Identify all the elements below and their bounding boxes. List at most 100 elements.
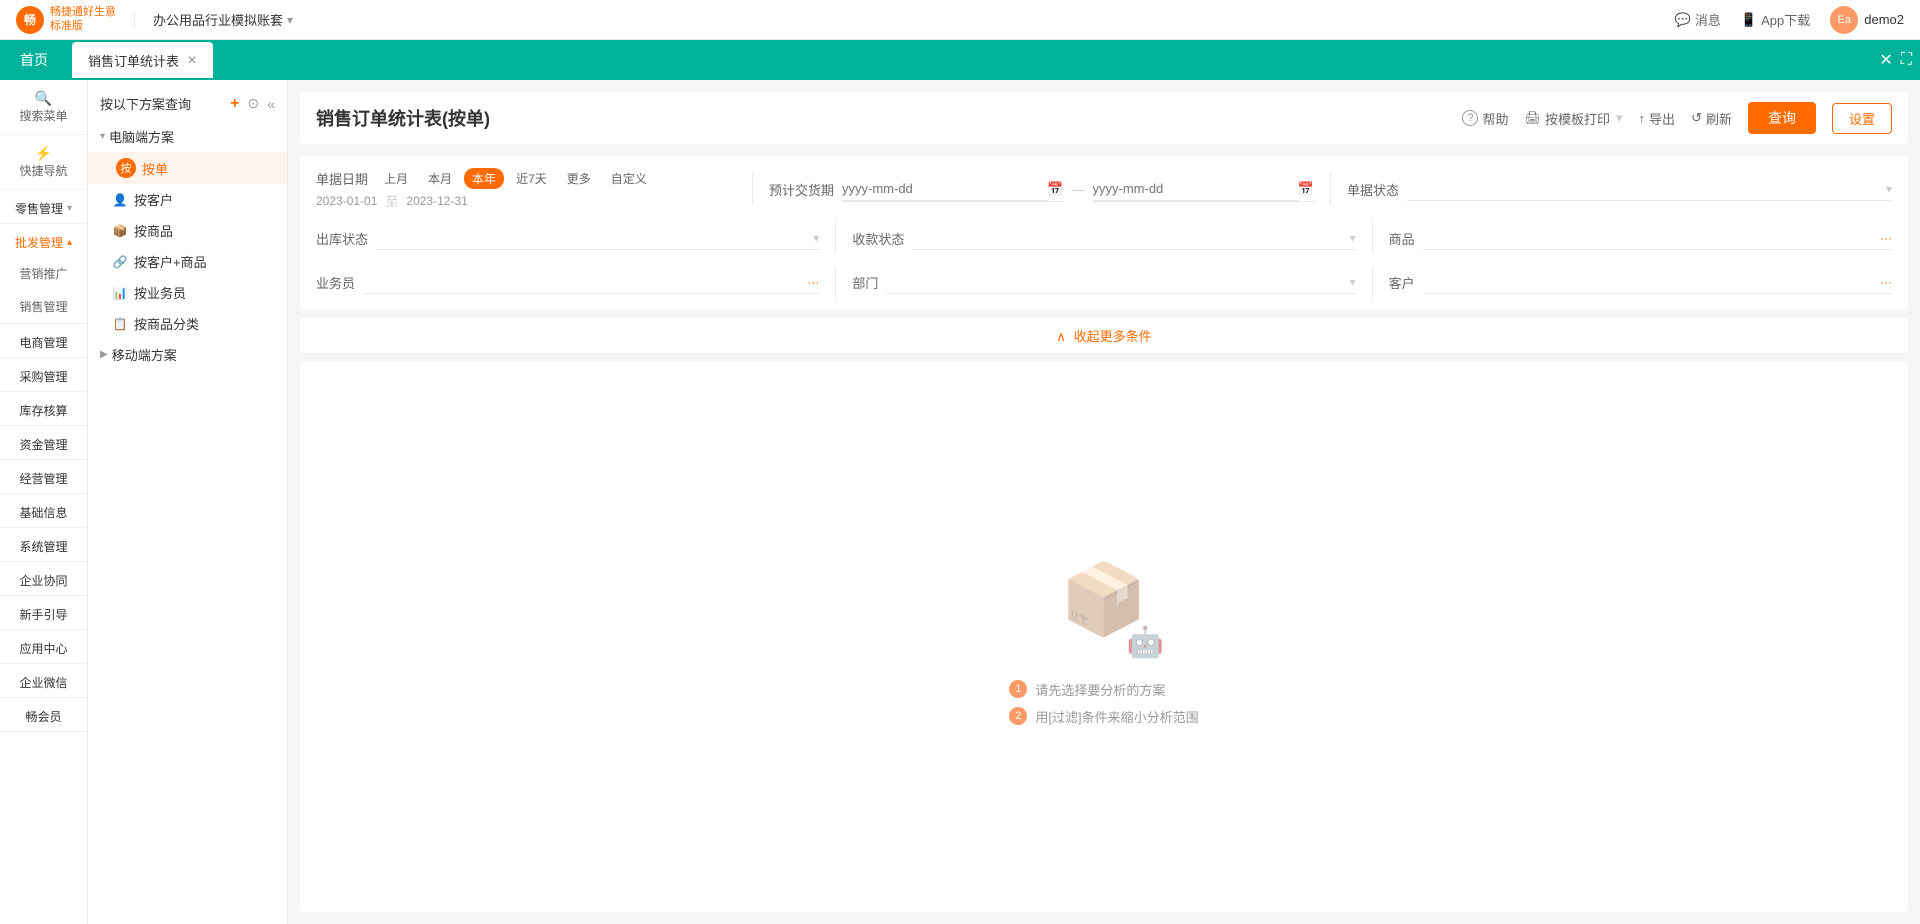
help-button[interactable]: ? 帮助: [1462, 109, 1508, 128]
print-dropdown-arrow[interactable]: ▾: [1616, 110, 1623, 126]
settings-scheme-icon[interactable]: ⊙: [247, 95, 259, 112]
date-range-row: 2023-01-01 至 2023-12-31: [316, 191, 468, 210]
date-field-top: 单据日期 上月 本月 本年 近7天 更多 自定义: [316, 168, 655, 189]
refresh-button[interactable]: ↺ 刷新: [1691, 109, 1732, 128]
shortcut-this-month[interactable]: 本月: [420, 168, 460, 189]
date-field: 单据日期 上月 本月 本年 近7天 更多 自定义 2023-01-0: [316, 168, 736, 210]
empty-state-hints: 1 请先选择要分析的方案 2 用[过滤]条件来缩小分析范围: [1009, 680, 1198, 734]
tab-close-icon[interactable]: ✕: [187, 53, 197, 67]
company-name: 办公用品行业模拟账套: [153, 10, 283, 29]
tree-item-by-customer-product[interactable]: 🔗 按客户+商品: [88, 246, 287, 277]
outbound-status-select[interactable]: ▾: [376, 227, 819, 250]
main-layout: 🔍 搜索菜单 ⚡ 快捷导航 零售管理 ▾ 批发管理 ▴ 营销推广 销售管理 电商…: [0, 80, 1920, 924]
tree-item-by-customer[interactable]: 👤 按客户: [88, 184, 287, 215]
sidebar-item-ecommerce[interactable]: 电商管理: [0, 324, 87, 358]
print-button[interactable]: 🖨 按模板打印 ▾: [1524, 109, 1622, 128]
setting-button[interactable]: 设置: [1832, 103, 1892, 134]
product-more-icon[interactable]: ···: [1880, 231, 1892, 245]
top-bar-left: 畅 畅捷通好生意 标准版 办公用品行业模拟账套 ▾: [16, 6, 293, 34]
by-product-label: 按商品: [134, 221, 173, 240]
shortcut-7days[interactable]: 近7天: [508, 168, 555, 189]
sidebar-item-membership[interactable]: 畅会员: [0, 698, 87, 732]
app-download-action[interactable]: 📱 App下载: [1741, 10, 1810, 29]
sidebar-item-basic-info[interactable]: 基础信息: [0, 494, 87, 528]
company-selector[interactable]: 办公用品行业模拟账套 ▾: [153, 10, 293, 29]
export-button[interactable]: ↑ 导出: [1639, 109, 1676, 128]
maximize-icon[interactable]: ⛶: [1901, 51, 1912, 69]
payment-status-select[interactable]: ▾: [912, 227, 1355, 250]
add-scheme-icon[interactable]: +: [230, 95, 239, 113]
delivery-date-to: 📅: [1093, 177, 1315, 202]
order-status-arrow: ▾: [1886, 182, 1892, 196]
page-header: 销售订单统计表(按单) ? 帮助 🖨 按模板打印 ▾ ↑ 导出: [300, 92, 1908, 144]
tree-item-by-product-category[interactable]: 📋 按商品分类: [88, 308, 287, 339]
by-salesperson-label: 按业务员: [134, 283, 186, 302]
tab-home[interactable]: 首页: [0, 40, 68, 80]
query-button[interactable]: 查询: [1748, 102, 1816, 134]
sidebar-search[interactable]: 🔍 搜索菜单: [0, 80, 87, 135]
product-select[interactable]: ···: [1423, 227, 1892, 250]
delivery-date-from-input[interactable]: [842, 177, 1047, 201]
tree-item-by-product[interactable]: 📦 按商品: [88, 215, 287, 246]
department-label: 部门: [852, 273, 878, 292]
tree-group-mobile: ▶ 移动端方案: [88, 339, 287, 370]
salesperson-label: 业务员: [316, 273, 355, 292]
sidebar-sub-sales-mgmt[interactable]: 销售管理: [0, 290, 87, 323]
sidebar-item-cooperation[interactable]: 企业协同: [0, 562, 87, 596]
logo-area: 畅 畅捷通好生意 标准版: [16, 6, 116, 34]
left-panel-icons: + ⊙ «: [230, 95, 275, 113]
sidebar-quick-nav[interactable]: ⚡ 快捷导航: [0, 135, 87, 190]
sidebar: 🔍 搜索菜单 ⚡ 快捷导航 零售管理 ▾ 批发管理 ▴ 营销推广 销售管理 电商…: [0, 80, 88, 924]
sidebar-sub-marketing[interactable]: 营销推广: [0, 257, 87, 290]
customer-select[interactable]: ···: [1423, 271, 1892, 294]
left-panel: 按以下方案查询 + ⊙ « ▾ 电脑端方案 按 按单: [88, 80, 288, 924]
step-num-2: 2: [1009, 707, 1027, 725]
user-profile[interactable]: Ea demo2: [1830, 6, 1904, 34]
sidebar-item-retail[interactable]: 零售管理 ▾: [0, 190, 87, 224]
sidebar-item-app-center[interactable]: 应用中心: [0, 630, 87, 664]
page-title: 销售订单统计表(按单): [316, 105, 490, 131]
sidebar-item-operations[interactable]: 经营管理: [0, 460, 87, 494]
collapse-label: 收起更多条件: [1074, 329, 1152, 344]
shortcut-last-month[interactable]: 上月: [376, 168, 416, 189]
close-all-tabs-icon[interactable]: ✕: [1879, 50, 1892, 70]
sidebar-item-enterprise-wechat[interactable]: 企业微信: [0, 664, 87, 698]
tree-group-mobile-label: 移动端方案: [112, 345, 177, 364]
salesperson-more-icon[interactable]: ···: [807, 275, 819, 289]
sidebar-item-inventory[interactable]: 库存核算: [0, 392, 87, 426]
calendar-icon-2[interactable]: 📅: [1298, 181, 1314, 197]
sidebar-item-purchase[interactable]: 采购管理: [0, 358, 87, 392]
empty-state: 📦 🤖 1 请先选择要分析的方案 2 用[过滤]条件来缩小分析范围: [300, 361, 1908, 912]
collapse-panel-icon[interactable]: «: [267, 96, 275, 112]
divider: [134, 12, 135, 28]
delivery-date-from: 📅: [842, 177, 1064, 202]
left-panel-header: 按以下方案查询 + ⊙ «: [88, 90, 287, 121]
step-num-1: 1: [1009, 680, 1027, 698]
customer-more-icon[interactable]: ···: [1880, 275, 1892, 289]
salesperson-select[interactable]: ···: [363, 271, 819, 294]
shortcut-more[interactable]: 更多: [559, 168, 599, 189]
order-status-select[interactable]: ▾: [1407, 178, 1892, 201]
calendar-icon-1[interactable]: 📅: [1047, 181, 1063, 197]
tree-item-by-order[interactable]: 按 按单: [88, 152, 287, 184]
delivery-date-to-input[interactable]: [1093, 177, 1298, 201]
right-panel: 销售订单统计表(按单) ? 帮助 🖨 按模板打印 ▾ ↑ 导出: [288, 80, 1920, 924]
tree-group-pc-header[interactable]: ▾ 电脑端方案: [88, 121, 287, 152]
collapse-bar[interactable]: ∧ 收起更多条件: [300, 318, 1908, 353]
department-select[interactable]: ▾: [886, 271, 1355, 294]
department-arrow: ▾: [1350, 275, 1356, 289]
app-download-icon: 📱: [1741, 12, 1757, 28]
filter-divider-2: [1330, 173, 1331, 205]
sidebar-item-system[interactable]: 系统管理: [0, 528, 87, 562]
tab-sales-order-stats[interactable]: 销售订单统计表 ✕: [72, 42, 213, 78]
sidebar-item-wholesale[interactable]: 批发管理 ▴ 营销推广 销售管理: [0, 224, 87, 324]
tree-group-mobile-header[interactable]: ▶ 移动端方案: [88, 339, 287, 370]
sidebar-item-onboarding[interactable]: 新手引导: [0, 596, 87, 630]
filter-row-1: 单据日期 上月 本月 本年 近7天 更多 自定义 2023-01-0: [316, 168, 1892, 210]
message-action[interactable]: 💬 消息: [1675, 10, 1721, 29]
tree-item-by-salesperson[interactable]: 📊 按业务员: [88, 277, 287, 308]
hint-text-1: 请先选择要分析的方案: [1035, 680, 1165, 699]
shortcut-this-year[interactable]: 本年: [464, 168, 504, 189]
sidebar-item-finance[interactable]: 资金管理: [0, 426, 87, 460]
shortcut-custom[interactable]: 自定义: [603, 168, 655, 189]
